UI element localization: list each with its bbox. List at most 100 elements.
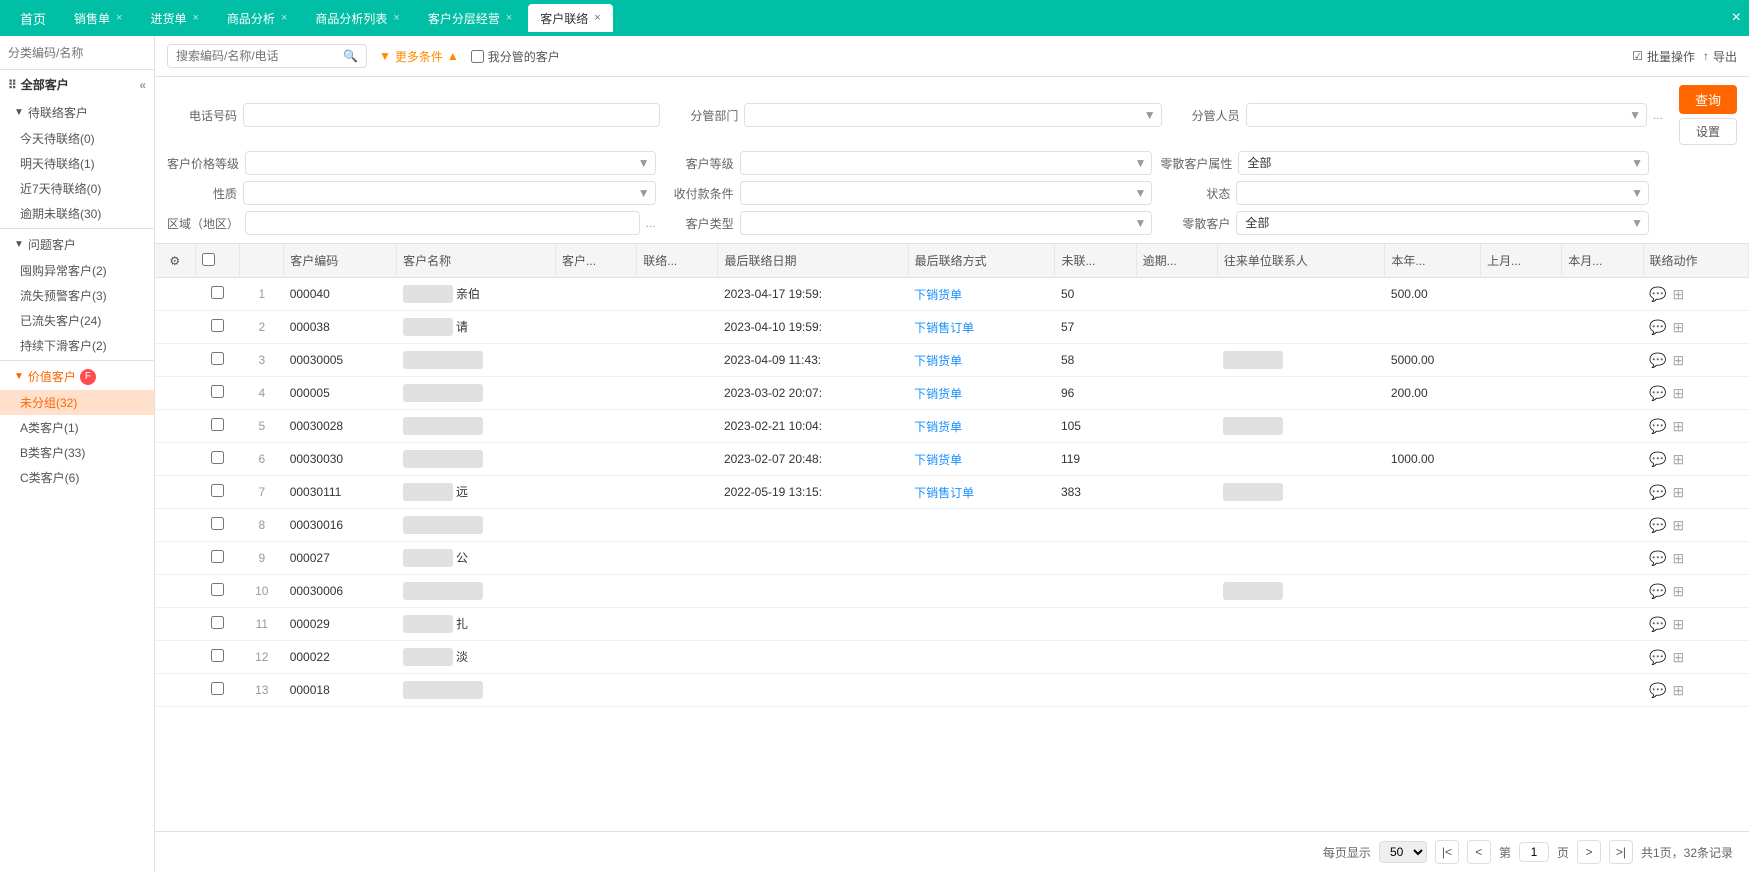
row-settings[interactable]: [155, 377, 195, 410]
row-checkbox[interactable]: [211, 451, 224, 464]
col-type[interactable]: 客户...: [556, 244, 637, 278]
sidebar-all-customers[interactable]: ⠿ 全部客户 «: [0, 70, 154, 99]
chat-icon[interactable]: 💬: [1649, 616, 1666, 633]
row-settings[interactable]: [155, 443, 195, 476]
grid-action-icon[interactable]: ⊞: [1672, 385, 1684, 402]
chat-icon[interactable]: 💬: [1649, 484, 1666, 501]
payment-select[interactable]: [740, 181, 1153, 205]
row-checkbox[interactable]: [211, 319, 224, 332]
quality-select[interactable]: [243, 181, 656, 205]
close-icon[interactable]: ×: [281, 12, 287, 24]
col-last-month[interactable]: 上月...: [1481, 244, 1562, 278]
row-checkbox[interactable]: [211, 616, 224, 629]
nav-tab-sales[interactable]: 销售单 ×: [62, 4, 134, 32]
row-checkbox[interactable]: [211, 286, 224, 299]
close-icon[interactable]: ×: [192, 12, 198, 24]
batch-op-btn[interactable]: ☑ 批量操作: [1632, 48, 1695, 65]
grid-action-icon[interactable]: ⊞: [1672, 550, 1684, 567]
sidebar-item-today[interactable]: 今天待联络(0): [0, 126, 154, 151]
col-overdue[interactable]: 逾期...: [1136, 244, 1217, 278]
sidebar-item-declining[interactable]: 持续下滑客户(2): [0, 333, 154, 358]
row-settings[interactable]: [155, 674, 195, 707]
region-input[interactable]: [245, 211, 640, 235]
contact-method-link[interactable]: 下销货单: [914, 420, 962, 434]
sidebar-item-tomorrow[interactable]: 明天待联络(1): [0, 151, 154, 176]
col-settings[interactable]: ⚙: [155, 244, 195, 278]
row-checkbox[interactable]: [211, 517, 224, 530]
row-settings[interactable]: [155, 509, 195, 542]
grid-action-icon[interactable]: ⊞: [1672, 451, 1684, 468]
price-grade-select[interactable]: [245, 151, 656, 175]
last-page-btn[interactable]: >|: [1609, 840, 1633, 864]
close-icon-active[interactable]: ×: [594, 12, 600, 24]
sidebar-pending-contact-header[interactable]: ▼ 待联络客户: [0, 99, 154, 126]
export-btn[interactable]: ↑ 导出: [1703, 48, 1737, 65]
chat-icon[interactable]: 💬: [1649, 385, 1666, 402]
nav-tab-analysis[interactable]: 商品分析 ×: [215, 4, 299, 32]
search-box[interactable]: 🔍: [167, 44, 367, 68]
close-icon[interactable]: ×: [393, 12, 399, 24]
row-settings[interactable]: [155, 542, 195, 575]
query-button[interactable]: 查询: [1679, 85, 1737, 114]
grid-action-icon[interactable]: ⊞: [1672, 517, 1684, 534]
row-checkbox[interactable]: [211, 583, 224, 596]
window-close-icon[interactable]: ×: [1732, 9, 1741, 27]
row-settings[interactable]: [155, 410, 195, 443]
my-customers-check[interactable]: [471, 50, 484, 63]
page-input[interactable]: [1519, 842, 1549, 862]
sidebar-item-ungrouped[interactable]: 未分组(32): [0, 390, 154, 415]
sidebar-item-overdue[interactable]: 逾期未联络(30): [0, 201, 154, 226]
person-select[interactable]: [1246, 103, 1647, 127]
row-settings[interactable]: [155, 575, 195, 608]
status-select[interactable]: [1236, 181, 1649, 205]
row-checkbox[interactable]: [211, 484, 224, 497]
row-checkbox[interactable]: [211, 550, 224, 563]
col-this-month[interactable]: 本月...: [1562, 244, 1643, 278]
close-icon[interactable]: ×: [506, 12, 512, 24]
sidebar-item-churn-warning[interactable]: 流失预警客户(3): [0, 283, 154, 308]
sidebar-item-b-class[interactable]: B类客户(33): [0, 440, 154, 465]
nav-tab-customer-contact[interactable]: 客户联络 ×: [528, 4, 612, 32]
region-more-icon[interactable]: ...: [646, 216, 656, 230]
col-name[interactable]: 客户名称: [397, 244, 556, 278]
row-checkbox[interactable]: [211, 649, 224, 662]
grid-action-icon[interactable]: ⊞: [1672, 484, 1684, 501]
close-icon[interactable]: ×: [116, 12, 122, 24]
contact-method-link[interactable]: 下销货单: [914, 354, 962, 368]
nav-home[interactable]: 首页: [8, 9, 58, 28]
contact-method-link[interactable]: 下销货单: [914, 453, 962, 467]
first-page-btn[interactable]: |<: [1435, 840, 1459, 864]
row-checkbox[interactable]: [211, 352, 224, 365]
sidebar-item-7days[interactable]: 近7天待联络(0): [0, 176, 154, 201]
my-customers-checkbox[interactable]: 我分管的客户: [471, 48, 560, 65]
col-contact-person[interactable]: 往来单位联系人: [1217, 244, 1385, 278]
per-page-select[interactable]: 50: [1379, 841, 1427, 863]
chat-icon[interactable]: 💬: [1649, 286, 1666, 303]
customer-type-select[interactable]: [740, 211, 1153, 235]
chat-icon[interactable]: 💬: [1649, 649, 1666, 666]
chat-icon[interactable]: 💬: [1649, 682, 1666, 699]
next-page-btn[interactable]: >: [1577, 840, 1601, 864]
phone-input[interactable]: [243, 103, 660, 127]
col-code[interactable]: 客户编码: [284, 244, 397, 278]
nav-tab-customer-tier[interactable]: 客户分层经营 ×: [416, 4, 524, 32]
col-last-contact-method[interactable]: 最后联络方式: [908, 244, 1055, 278]
row-checkbox[interactable]: [211, 418, 224, 431]
sidebar-problem-customers-header[interactable]: ▼ 问题客户: [0, 231, 154, 258]
grid-action-icon[interactable]: ⊞: [1672, 649, 1684, 666]
grid-action-icon[interactable]: ⊞: [1672, 286, 1684, 303]
contact-method-link[interactable]: 下销货单: [914, 387, 962, 401]
search-icon[interactable]: 🔍: [343, 49, 358, 63]
sidebar-value-customers-header[interactable]: ▼ 价值客户 F: [0, 363, 154, 390]
nav-tab-purchase[interactable]: 进货单 ×: [138, 4, 210, 32]
col-this-year[interactable]: 本年...: [1385, 244, 1481, 278]
row-settings[interactable]: [155, 344, 195, 377]
nav-tab-analysis-list[interactable]: 商品分析列表 ×: [303, 4, 411, 32]
col-contact[interactable]: 联络...: [637, 244, 718, 278]
col-checkbox[interactable]: [195, 244, 240, 278]
contact-method-link[interactable]: 下销售订单: [914, 486, 974, 500]
grid-action-icon[interactable]: ⊞: [1672, 583, 1684, 600]
dept-select[interactable]: [744, 103, 1161, 127]
grid-action-icon[interactable]: ⊞: [1672, 616, 1684, 633]
contact-method-link[interactable]: 下销售订单: [914, 321, 974, 335]
